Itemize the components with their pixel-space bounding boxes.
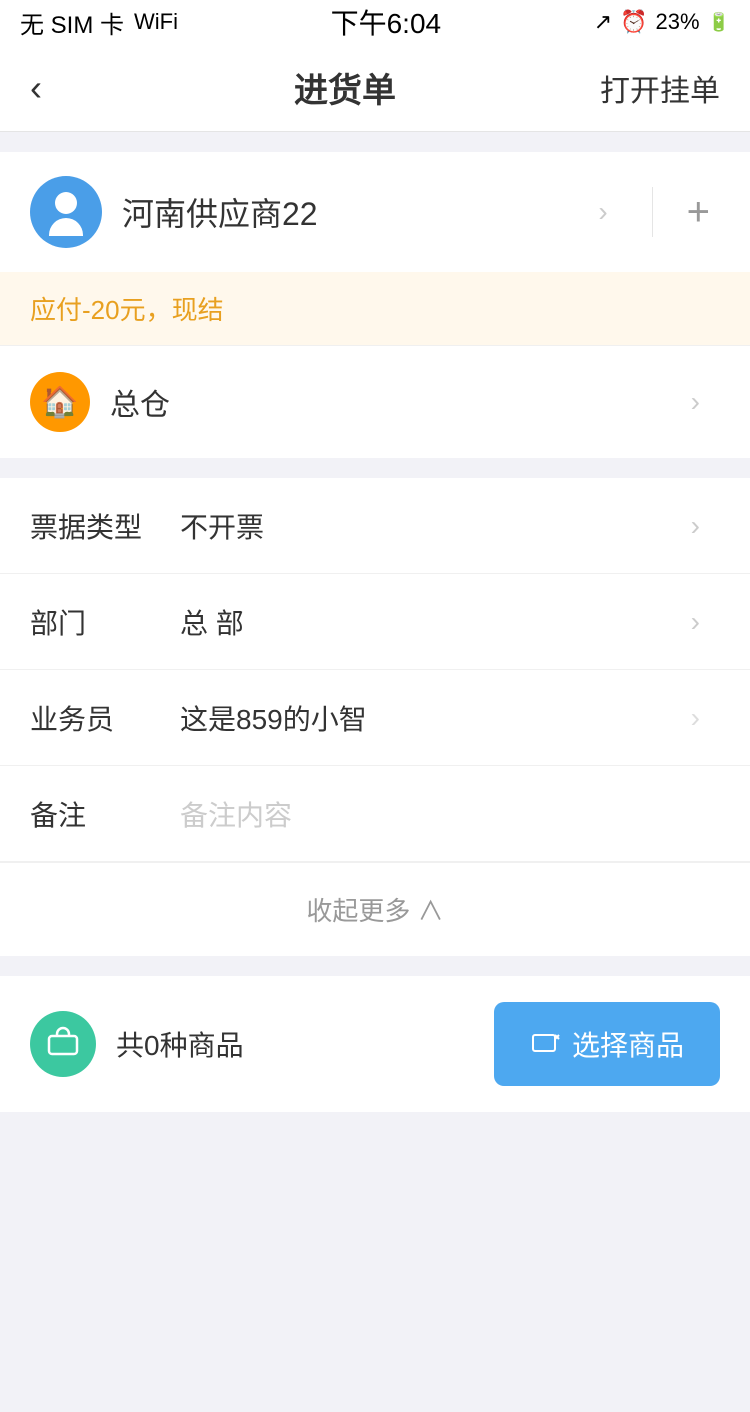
- remark-input[interactable]: 备注内容: [170, 794, 720, 834]
- form-section: 票据类型 不开票 › 部门 总 部 › 业务员 这是859的小智 › 备注 备注…: [0, 478, 750, 956]
- product-icon: [30, 1011, 96, 1077]
- status-bar: 无 SIM 卡 WiFi 下午6:04 ↗ ⏰ 23% 🔋: [0, 0, 750, 44]
- select-product-button[interactable]: 选择商品: [494, 1002, 720, 1086]
- remark-label: 备注: [30, 794, 170, 834]
- salesperson-value: 这是859的小智: [170, 698, 691, 738]
- invoice-chevron-icon: ›: [691, 510, 700, 542]
- open-pending-button[interactable]: 打开挂单: [600, 66, 720, 110]
- location-icon: ↗: [594, 9, 612, 35]
- invoice-row[interactable]: 票据类型 不开票 ›: [0, 478, 750, 574]
- collapse-row[interactable]: 收起更多 ∧: [0, 862, 750, 956]
- department-label: 部门: [30, 602, 170, 642]
- salesperson-label: 业务员: [30, 698, 170, 738]
- warehouse-name: 总仓: [110, 380, 691, 424]
- remark-row[interactable]: 备注 备注内容: [0, 766, 750, 862]
- warehouse-chevron-icon: ›: [691, 386, 700, 418]
- notice-banner: 应付-20元，现结: [0, 272, 750, 345]
- product-area: 共0种商品 选择商品: [0, 976, 750, 1112]
- page-title: 进货单: [294, 63, 396, 112]
- salesperson-chevron-icon: ›: [691, 702, 700, 734]
- supplier-avatar: [30, 176, 102, 248]
- collapse-text: 收起更多 ∧: [306, 891, 443, 928]
- invoice-value: 不开票: [170, 506, 691, 546]
- supplier-name: 河南供应商22: [122, 189, 598, 235]
- nav-bar: ‹ 进货单 打开挂单: [0, 44, 750, 132]
- alarm-icon: ⏰: [620, 9, 647, 35]
- battery-text: 23%: [656, 9, 700, 35]
- department-value: 总 部: [170, 602, 691, 642]
- product-count: 共0种商品: [116, 1024, 494, 1064]
- gray-bottom: [0, 1112, 750, 1412]
- select-product-label: 选择商品: [572, 1024, 684, 1064]
- warehouse-icon: 🏠: [30, 372, 90, 432]
- supplier-row[interactable]: 河南供应商22 › +: [0, 152, 750, 272]
- avatar-person-icon: [46, 192, 86, 232]
- supplier-chevron-icon: ›: [598, 196, 607, 228]
- carrier-text: 无 SIM 卡: [20, 5, 124, 40]
- select-product-icon: [530, 1028, 562, 1060]
- back-button[interactable]: ‹: [30, 67, 90, 109]
- add-supplier-button[interactable]: +: [677, 190, 720, 235]
- battery-icon: 🔋: [708, 12, 730, 33]
- warehouse-row[interactable]: 🏠 总仓 ›: [0, 345, 750, 458]
- clock: 下午6:04: [331, 2, 442, 42]
- status-right: ↗ ⏰ 23% 🔋: [594, 9, 730, 35]
- section-gap-1: [0, 132, 750, 152]
- vertical-divider: [652, 187, 653, 237]
- invoice-label: 票据类型: [30, 506, 170, 546]
- wifi-icon: WiFi: [134, 9, 178, 35]
- notice-text: 应付-20元，现结: [30, 295, 224, 325]
- salesperson-row[interactable]: 业务员 这是859的小智 ›: [0, 670, 750, 766]
- supplier-section: 河南供应商22 › + 应付-20元，现结 🏠 总仓 ›: [0, 152, 750, 458]
- department-row[interactable]: 部门 总 部 ›: [0, 574, 750, 670]
- status-left: 无 SIM 卡 WiFi: [20, 5, 178, 40]
- department-chevron-icon: ›: [691, 606, 700, 638]
